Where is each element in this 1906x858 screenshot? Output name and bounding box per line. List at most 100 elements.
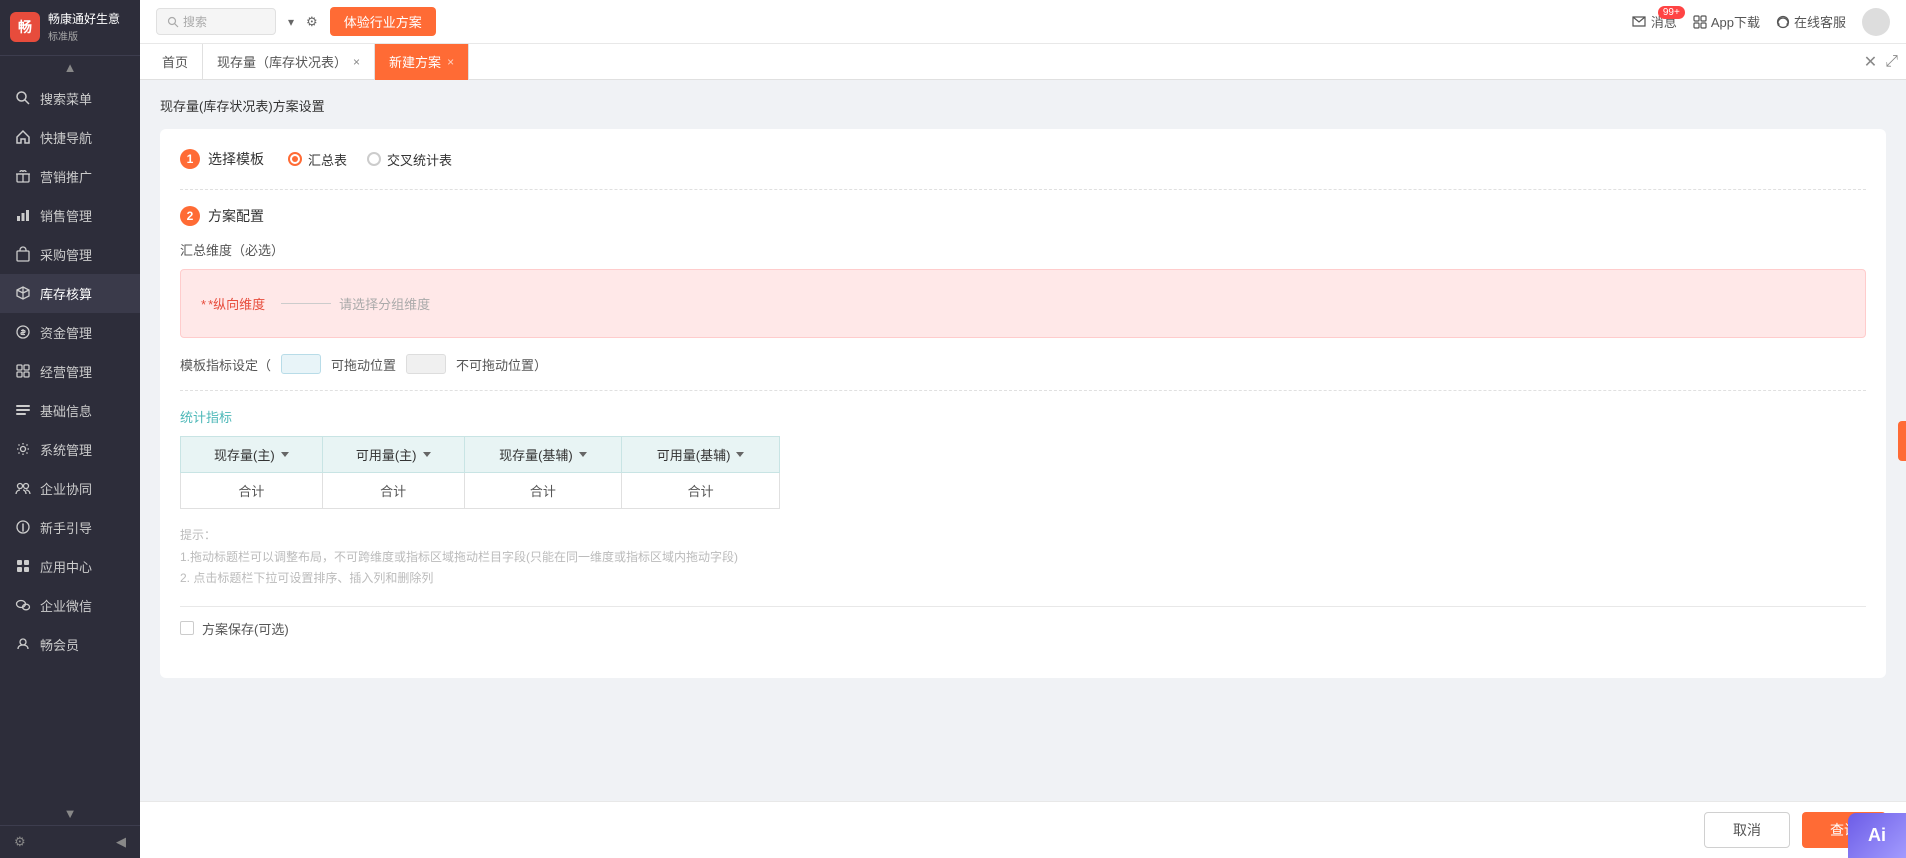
coin-icon	[14, 323, 32, 341]
stats-cell-1: 合计	[322, 473, 464, 509]
topbar-dropdown[interactable]: ▾	[288, 15, 294, 29]
sidebar-label-guide: 新手引导	[40, 518, 92, 537]
tab-newplan-close[interactable]: ×	[447, 55, 454, 69]
window-close-btn[interactable]: ✕	[1864, 52, 1877, 72]
sidebar-item-marketing[interactable]: 营销推广	[0, 157, 140, 196]
tip-1: 1.拖动标题栏可以调整布局，不可跨维度或指标区域拖动栏目字段(只能在同一维度或指…	[180, 547, 1866, 569]
sidebar-item-basicinfo[interactable]: 基础信息	[0, 391, 140, 430]
main-area: 搜索 ▾ ⚙ 体验行业方案 消息 99+	[140, 0, 1906, 858]
sidebar-item-guide[interactable]: 新手引导	[0, 508, 140, 547]
sidebar-item-purchase[interactable]: 采购管理	[0, 235, 140, 274]
tab-newplan-label: 新建方案	[389, 52, 441, 71]
chevron-down-icon-3	[736, 452, 744, 457]
stats-header-row: 现存量(主) 可用量(主)	[181, 437, 780, 473]
divider-2	[180, 390, 1866, 391]
sidebar-label-management: 经营管理	[40, 362, 92, 381]
logo-badge: 标准版	[48, 28, 120, 43]
sidebar-label-quicknav: 快捷导航	[40, 128, 92, 147]
topbar-right: 消息 99+ App下载 在线客服	[1631, 8, 1890, 36]
tab-home[interactable]: 首页	[148, 44, 203, 80]
topbar-gear-icon[interactable]: ⚙	[306, 14, 318, 30]
topbar-left: 搜索 ▾ ⚙ 体验行业方案	[156, 7, 436, 36]
user-avatar[interactable]	[1862, 8, 1890, 36]
sidebar-collapse-icon[interactable]: ◀	[116, 834, 126, 850]
home-icon	[14, 128, 32, 146]
ai-float-button[interactable]: Ai	[1848, 813, 1906, 858]
topbar-search-box[interactable]: 搜索	[156, 8, 276, 35]
sidebar-scroll-down[interactable]: ▼	[0, 802, 140, 825]
stats-header-avail-aux[interactable]: 可用量(基辅)	[622, 437, 780, 473]
apps-icon	[14, 557, 32, 575]
radio-cross[interactable]: 交叉统计表	[367, 150, 452, 169]
save-option: 方案保存(可选)	[180, 606, 1866, 638]
indicator-label: 模板指标设定（	[180, 355, 271, 374]
sidebar-item-collab[interactable]: 企业协同	[0, 469, 140, 508]
step1-section: 1 选择模板 汇总表 交叉统计表	[180, 149, 1866, 169]
sidebar-scroll-up[interactable]: ▲	[0, 56, 140, 79]
step1-header: 1 选择模板 汇总表 交叉统计表	[180, 149, 1866, 169]
chevron-down-icon-1	[423, 452, 431, 457]
trial-button[interactable]: 体验行业方案	[330, 7, 436, 36]
sidebar-item-search[interactable]: 搜索菜单	[0, 79, 140, 118]
stats-header-avail-main[interactable]: 可用量(主)	[322, 437, 464, 473]
tab-inventory-label: 现存量（库存状况表）	[217, 52, 347, 71]
sidebar-item-sales[interactable]: 销售管理	[0, 196, 140, 235]
guide-icon	[14, 518, 32, 536]
system-icon	[14, 440, 32, 458]
tab-newplan[interactable]: 新建方案 ×	[375, 44, 469, 80]
divider-1	[180, 189, 1866, 190]
sidebar-nav: 搜索菜单 快捷导航 营销推广	[0, 79, 140, 802]
sidebar-item-management[interactable]: 经营管理	[0, 352, 140, 391]
stats-data-row: 合计 合计 合计 合计	[181, 473, 780, 509]
sidebar-item-member[interactable]: 畅会员	[0, 625, 140, 664]
chevron-down-icon-2	[579, 452, 587, 457]
sidebar-bottom: ⚙ ◀	[0, 825, 140, 858]
sidebar-label-marketing: 营销推广	[40, 167, 92, 186]
window-expand-btn[interactable]: ⤢	[1885, 53, 1898, 71]
draggable-indicator	[281, 354, 321, 374]
sidebar-item-apps[interactable]: 应用中心	[0, 547, 140, 586]
app-download-btn[interactable]: App下载	[1693, 12, 1760, 31]
radio-summary-dot	[288, 152, 302, 166]
logo-title: 畅康通好生意	[48, 12, 120, 28]
radio-cross-label: 交叉统计表	[387, 150, 452, 169]
sidebar-item-inventory[interactable]: 库存核算	[0, 274, 140, 313]
tab-home-label: 首页	[162, 52, 188, 71]
save-label: 方案保存(可选)	[202, 619, 289, 638]
tab-inventory-close[interactable]: ×	[353, 55, 360, 69]
sidebar-item-system[interactable]: 系统管理	[0, 430, 140, 469]
online-service-label: 在线客服	[1794, 12, 1846, 31]
template-radio-group: 汇总表 交叉统计表	[288, 150, 452, 169]
sidebar-label-apps: 应用中心	[40, 557, 92, 576]
sidebar-logo: 畅 畅康通好生意 标准版	[0, 0, 140, 56]
message-icon	[1631, 14, 1647, 30]
tab-inventory[interactable]: 现存量（库存状况表） ×	[203, 44, 375, 80]
step2-title: 方案配置	[208, 206, 264, 226]
sidebar-item-wechat[interactable]: 企业微信	[0, 586, 140, 625]
gift-icon	[14, 167, 32, 185]
save-checkbox[interactable]	[180, 621, 194, 635]
sidebar-item-finance[interactable]: 资金管理	[0, 313, 140, 352]
logo-text-block: 畅康通好生意 标准版	[48, 12, 120, 43]
stats-header-current-aux[interactable]: 现存量(基辅)	[464, 437, 622, 473]
sidebar-settings-icon[interactable]: ⚙	[14, 834, 26, 850]
radio-summary[interactable]: 汇总表	[288, 150, 347, 169]
sidebar-label-basicinfo: 基础信息	[40, 401, 92, 420]
step1-num: 1	[180, 149, 200, 169]
headset-icon	[1776, 15, 1790, 29]
chart-icon	[14, 206, 32, 224]
message-btn[interactable]: 消息 99+	[1631, 12, 1677, 31]
sidebar-item-quicknav[interactable]: 快捷导航	[0, 118, 140, 157]
radio-cross-dot	[367, 152, 381, 166]
stats-header-current-main[interactable]: 现存量(主)	[181, 437, 323, 473]
sidebar-label-sales: 销售管理	[40, 206, 92, 225]
content-area: 现存量(库存状况表)方案设置 1 选择模板 汇总表 交叉统计表	[140, 80, 1906, 801]
online-service-btn[interactable]: 在线客服	[1776, 12, 1846, 31]
step2-header: 2 方案配置	[180, 206, 1866, 226]
cancel-button[interactable]: 取消	[1704, 812, 1790, 848]
topbar: 搜索 ▾ ⚙ 体验行业方案 消息 99+	[140, 0, 1906, 44]
dimension-sublabel: 汇总维度（必选）	[180, 240, 1866, 259]
footer-bar: 取消 查询	[140, 801, 1906, 858]
dimension-box: **纵向维度 请选择分组维度	[180, 269, 1866, 338]
tip-title: 提示：	[180, 525, 1866, 547]
